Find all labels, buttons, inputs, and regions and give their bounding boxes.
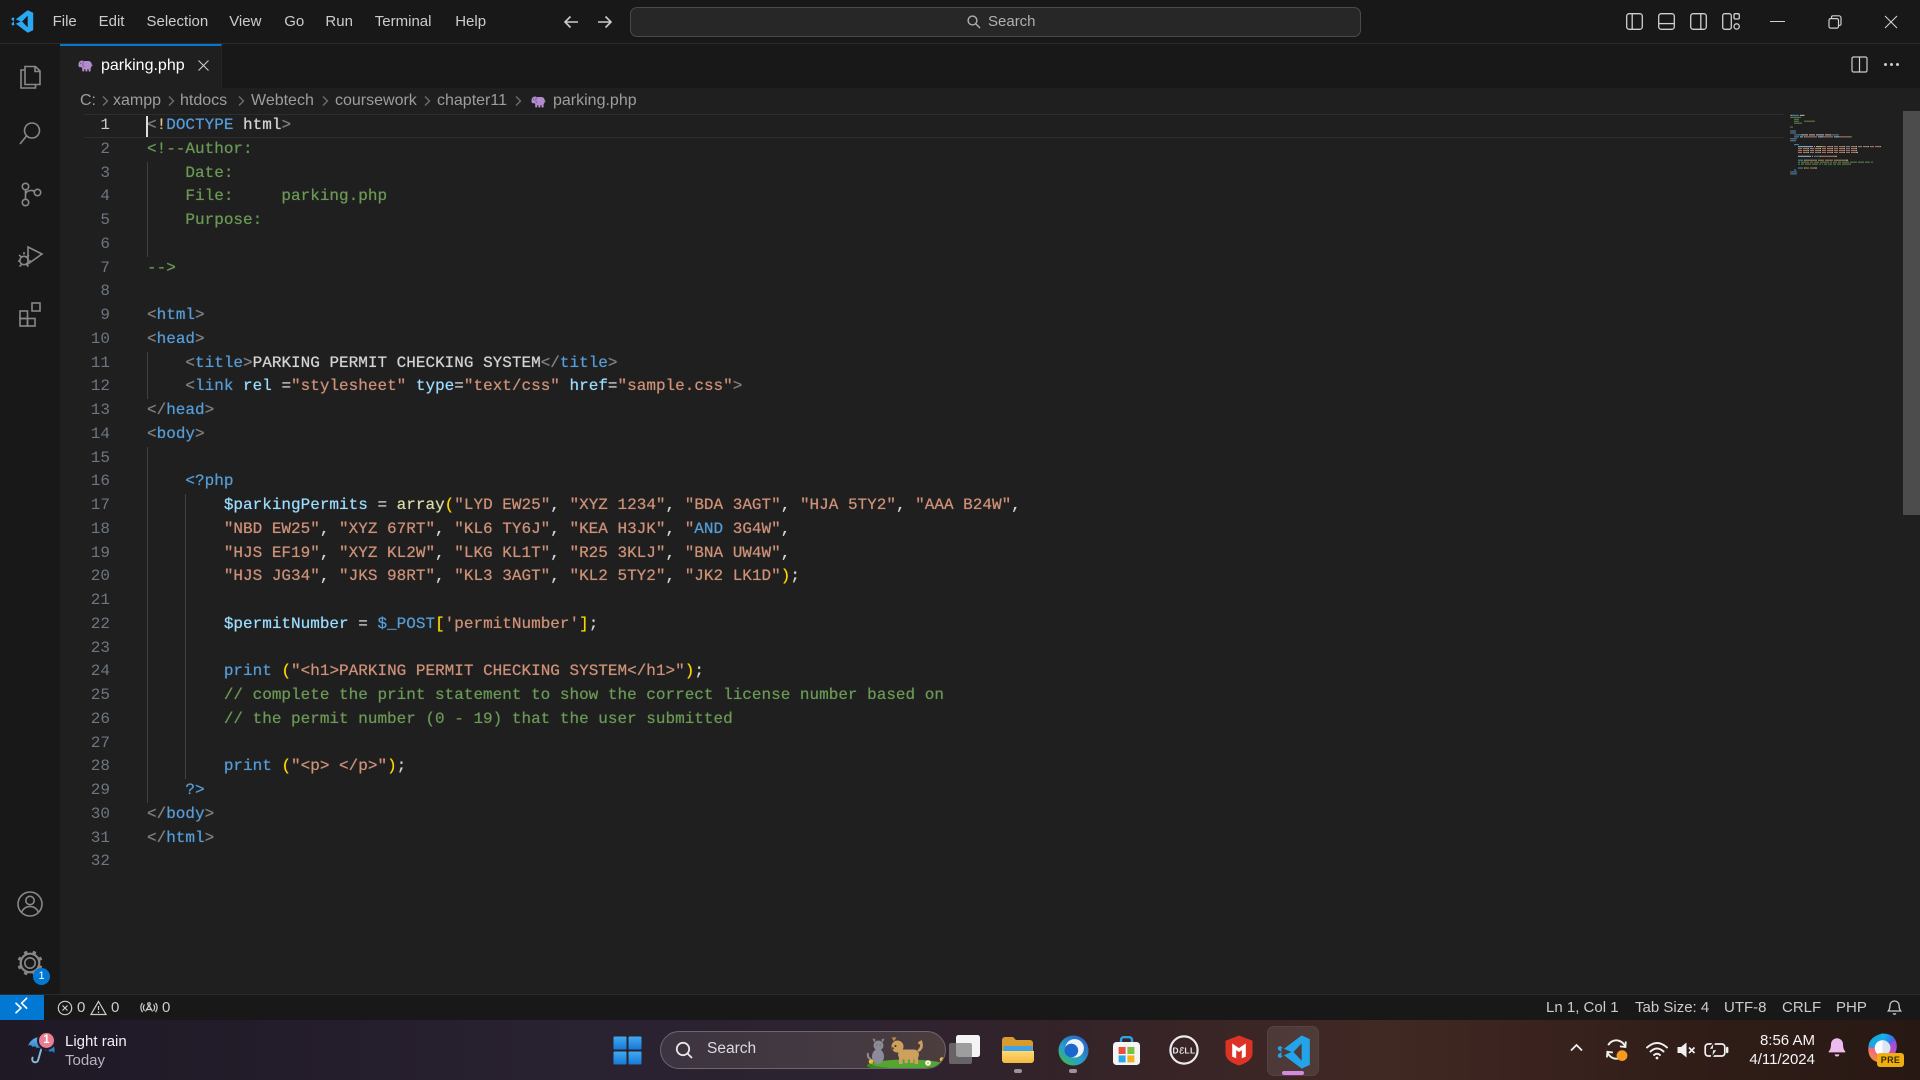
svg-text:DℰLL: DℰLL xyxy=(1173,1045,1196,1055)
